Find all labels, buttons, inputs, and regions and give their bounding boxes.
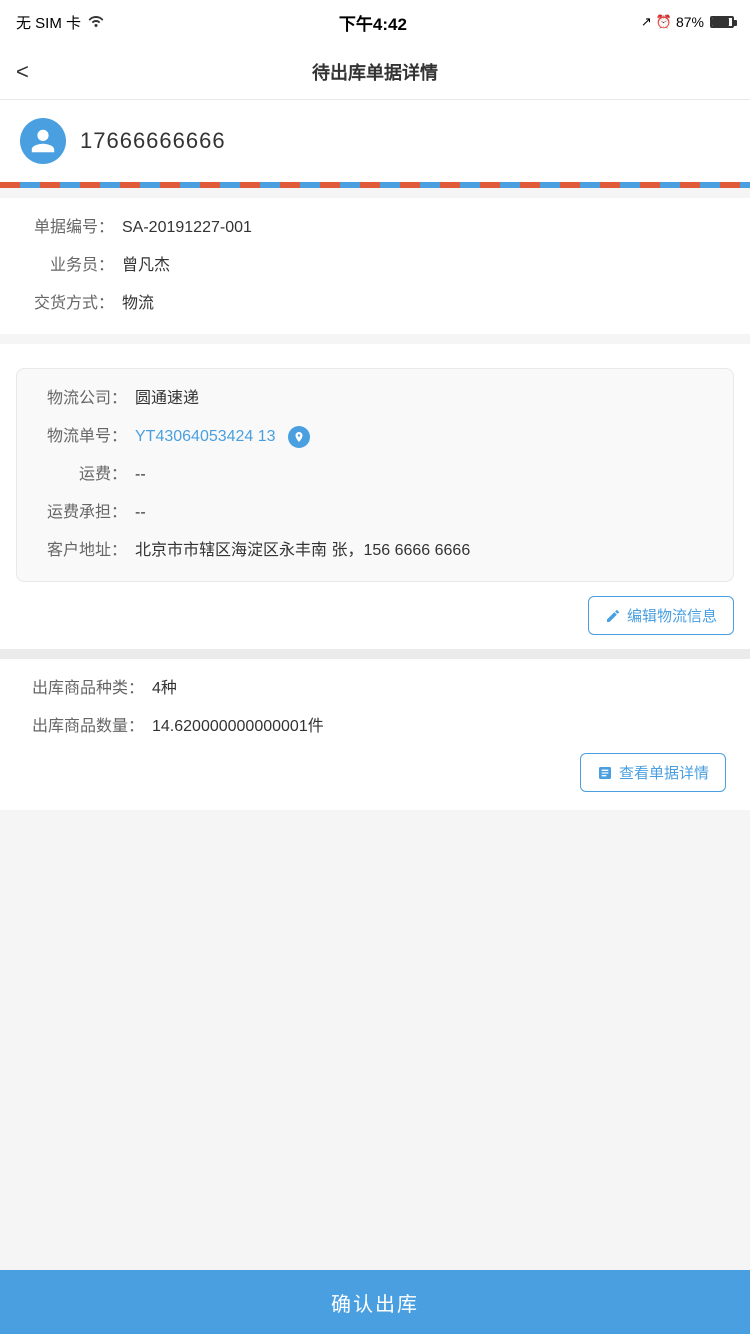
goods-quantity-label: 出库商品数量： (24, 715, 144, 739)
order-info-section: 单据编号： SA-20191227-001 业务员： 曾凡杰 交货方式： 物流 (0, 198, 750, 334)
view-details-button[interactable]: 查看单据详情 (580, 753, 726, 792)
edit-logistics-label: 编辑物流信息 (627, 605, 717, 626)
goods-quantity-value: 14.620000000000001件 (152, 715, 726, 739)
address-value: 北京市市辖区海淀区永丰南 张，156 6666 6666 (135, 539, 713, 563)
salesperson-value: 曾凡杰 (122, 254, 726, 278)
page-title: 待出库单据详情 (312, 59, 438, 85)
status-time: 下午4:42 (339, 10, 407, 35)
freight-value: -- (135, 463, 713, 487)
spacer (0, 810, 750, 990)
view-details-label: 查看单据详情 (619, 762, 709, 783)
salesperson-label: 业务员： (24, 254, 114, 278)
battery-fill (712, 18, 729, 26)
alarm-icon: ⏰ (656, 14, 672, 30)
goods-types-value: 4种 (152, 677, 726, 701)
delivery-method-label: 交货方式： (24, 292, 114, 316)
battery-label: 87% (676, 14, 704, 30)
logistics-company-value: 圆通速递 (135, 387, 713, 411)
wifi-icon (87, 13, 105, 31)
logistics-company-row: 物流公司： 圆通速递 (37, 387, 713, 411)
tracking-number-value: YT43064053424 13 (135, 425, 713, 449)
freight-bearer-label: 运费承担： (37, 501, 127, 525)
goods-section: 出库商品种类： 4种 出库商品数量： 14.620000000000001件 查… (0, 659, 750, 810)
edit-logistics-container: 编辑物流信息 (16, 596, 734, 635)
tracking-location-icon[interactable] (288, 426, 310, 448)
customer-phone: 17666666666 (80, 128, 226, 154)
freight-label: 运费： (37, 463, 127, 487)
customer-header: 17666666666 (0, 100, 750, 182)
logistics-company-label: 物流公司： (37, 387, 127, 411)
goods-types-label: 出库商品种类： (24, 677, 144, 701)
confirm-button[interactable]: 确认出库 (0, 1270, 750, 1334)
location-status-icon: ↗ (641, 14, 652, 30)
section-divider (0, 649, 750, 659)
edit-logistics-button[interactable]: 编辑物流信息 (588, 596, 734, 635)
nav-bar: < 待出库单据详情 (0, 44, 750, 100)
document-number-value: SA-20191227-001 (122, 216, 726, 240)
status-left: 无 SIM 卡 (16, 12, 105, 33)
freight-bearer-value: -- (135, 501, 713, 525)
carrier-label: 无 SIM 卡 (16, 12, 81, 33)
tracking-number-row: 物流单号： YT43064053424 13 (37, 425, 713, 449)
back-button[interactable]: < (8, 51, 37, 93)
view-details-container: 查看单据详情 (24, 753, 726, 792)
document-number-label: 单据编号： (24, 216, 114, 240)
goods-quantity-row: 出库商品数量： 14.620000000000001件 (24, 715, 726, 739)
document-number-row: 单据编号： SA-20191227-001 (24, 216, 726, 240)
salesperson-row: 业务员： 曾凡杰 (24, 254, 726, 278)
address-label: 客户地址： (37, 539, 127, 563)
freight-row: 运费： -- (37, 463, 713, 487)
dashed-border (0, 182, 750, 188)
battery-bar (710, 16, 734, 28)
freight-bearer-row: 运费承担： -- (37, 501, 713, 525)
status-bar: 无 SIM 卡 下午4:42 ↗ ⏰ 87% (0, 0, 750, 44)
logistics-section: 物流公司： 圆通速递 物流单号： YT43064053424 13 运费： -- (0, 344, 750, 649)
avatar (20, 118, 66, 164)
delivery-method-row: 交货方式： 物流 (24, 292, 726, 316)
address-row: 客户地址： 北京市市辖区海淀区永丰南 张，156 6666 6666 (37, 539, 713, 563)
tracking-number-label: 物流单号： (37, 425, 127, 449)
status-right: ↗ ⏰ 87% (641, 14, 734, 30)
goods-types-row: 出库商品种类： 4种 (24, 677, 726, 701)
delivery-method-value: 物流 (122, 292, 726, 316)
logistics-card: 物流公司： 圆通速递 物流单号： YT43064053424 13 运费： -- (16, 368, 734, 582)
